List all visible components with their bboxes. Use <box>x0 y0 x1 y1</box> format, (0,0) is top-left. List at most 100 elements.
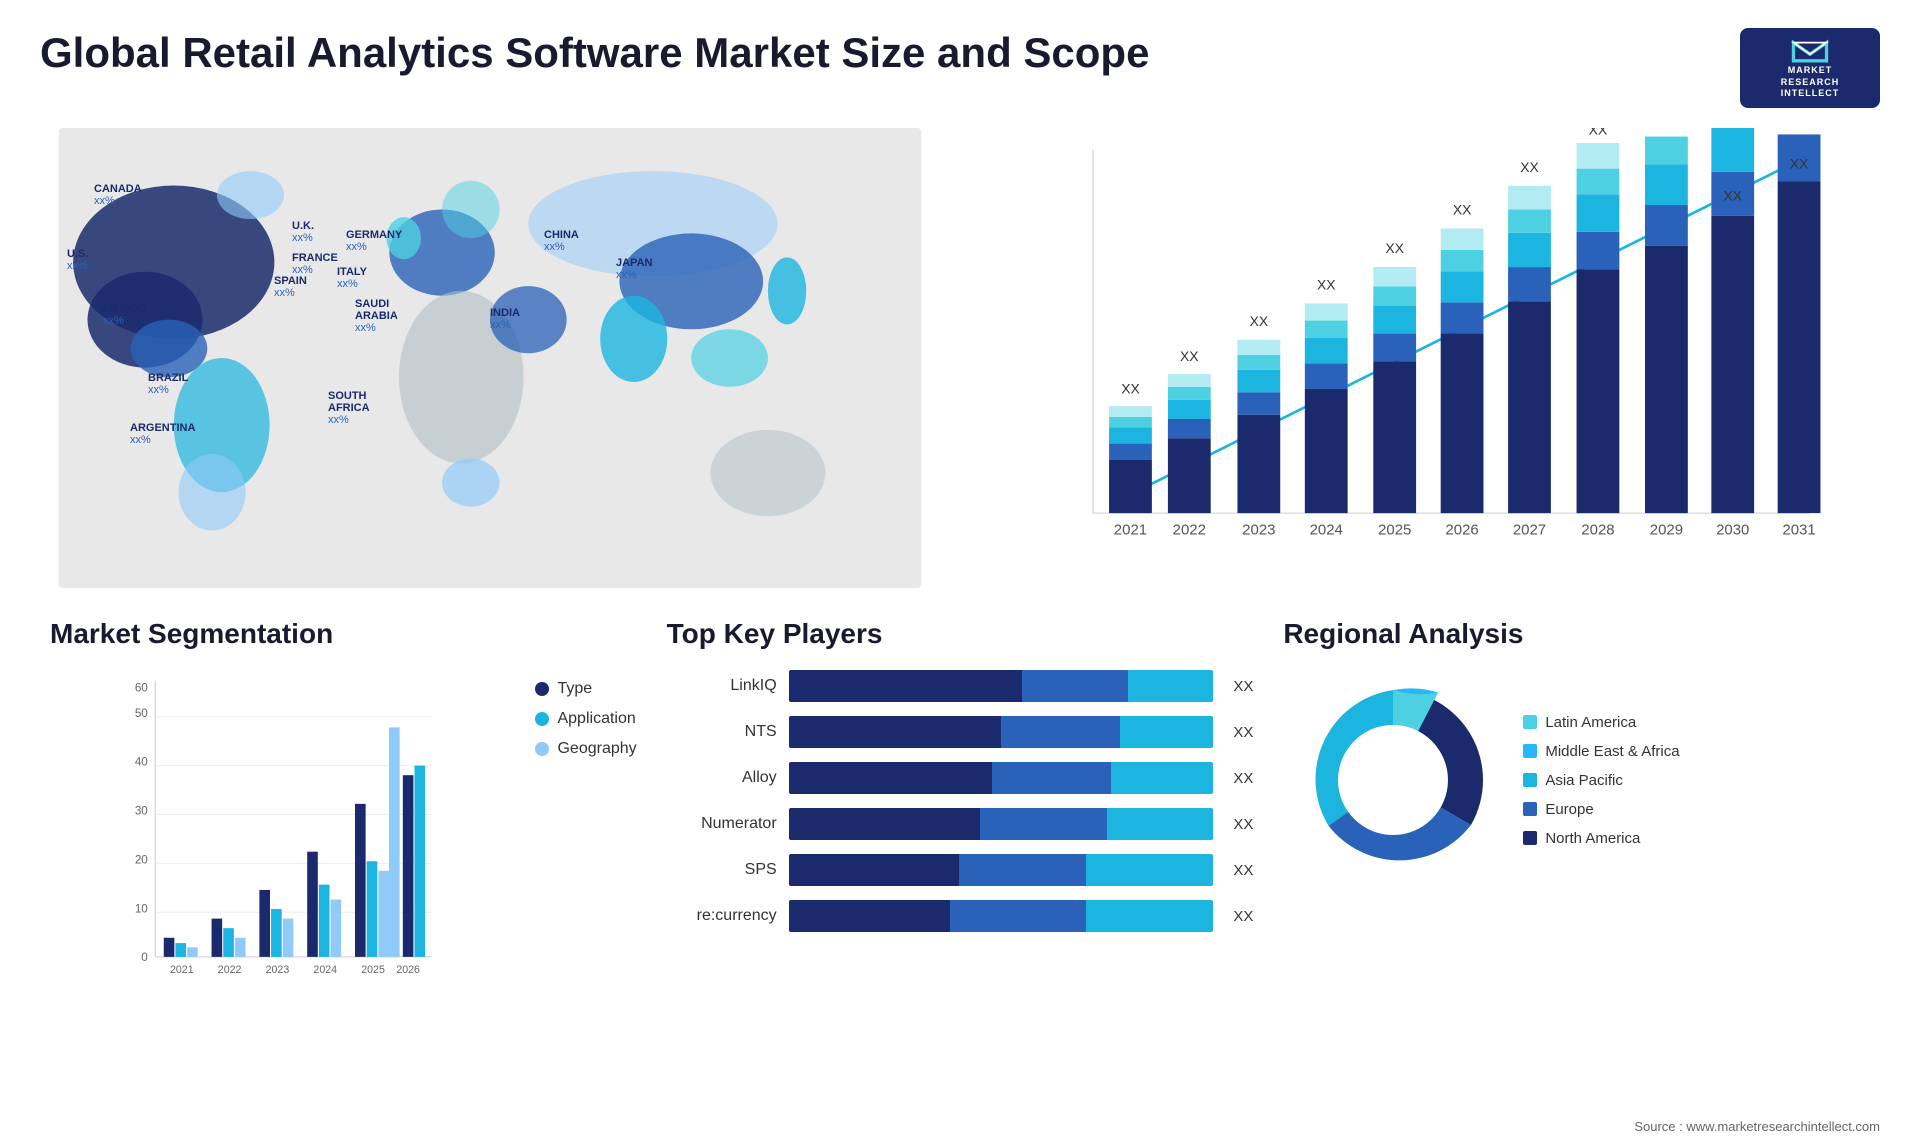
map-label-us: U.S.xx% <box>67 248 88 272</box>
player-row-sps: SPS XX <box>667 854 1254 886</box>
map-label-china: CHINAxx% <box>544 229 579 253</box>
svg-text:2028: 2028 <box>1581 522 1614 539</box>
page-title: Global Retail Analytics Software Market … <box>40 28 1149 78</box>
map-container: CANADAxx% U.S.xx% MEXICOxx% BRAZILxx% AR… <box>40 128 940 588</box>
logo-icon <box>1785 36 1835 65</box>
player-row-alloy: Alloy XX <box>667 762 1254 794</box>
svg-text:XX: XX <box>1520 159 1539 175</box>
players-title: Top Key Players <box>667 618 1254 650</box>
legend-item-na: North America <box>1523 830 1679 847</box>
world-map <box>40 128 940 588</box>
content-area: CANADAxx% U.S.xx% MEXICOxx% BRAZILxx% AR… <box>0 118 1920 1138</box>
player-row-numerator: Numerator XX <box>667 808 1254 840</box>
map-label-south-africa: SOUTHAFRICAxx% <box>328 390 370 426</box>
source-text: Source : www.marketresearchintellect.com <box>1634 1119 1880 1134</box>
player-value: XX <box>1233 862 1253 879</box>
svg-text:XX: XX <box>1250 313 1269 329</box>
svg-text:2023: 2023 <box>1242 522 1275 539</box>
legend-sq-mea <box>1523 744 1537 758</box>
svg-text:20: 20 <box>135 853 148 866</box>
map-label-japan: JAPANxx% <box>616 257 652 281</box>
player-bar <box>789 670 1214 702</box>
map-label-france: FRANCExx% <box>292 252 338 276</box>
legend-dot-geography <box>535 742 549 756</box>
legend-label-europe: Europe <box>1545 801 1593 818</box>
player-row-linkiq: LinkIQ XX <box>667 670 1254 702</box>
map-label-uk: U.K.xx% <box>292 220 314 244</box>
legend-item-application: Application <box>535 710 636 728</box>
svg-text:0: 0 <box>141 951 148 964</box>
bar-chart-container: XX XX XX XX <box>980 128 1880 588</box>
players-section: Top Key Players LinkIQ XX NTS <box>657 608 1264 1128</box>
svg-text:2024: 2024 <box>1310 522 1343 539</box>
player-row-nts: NTS XX <box>667 716 1254 748</box>
player-bar-container <box>789 670 1214 702</box>
seg-chart: 0 10 20 30 40 50 60 <box>50 670 515 1010</box>
svg-text:60: 60 <box>135 681 148 694</box>
legend-item-mea: Middle East & Africa <box>1523 743 1679 760</box>
header: Global Retail Analytics Software Market … <box>0 0 1920 118</box>
segmentation-title: Market Segmentation <box>50 618 637 650</box>
bar-seg2 <box>992 762 1111 794</box>
legend-item-apac: Asia Pacific <box>1523 772 1679 789</box>
svg-text:XX: XX <box>1121 380 1140 396</box>
legend-sq-europe <box>1523 802 1537 816</box>
player-value: XX <box>1233 908 1253 925</box>
seg-chart-svg: 0 10 20 30 40 50 60 <box>50 670 515 1010</box>
donut-container <box>1283 670 1503 890</box>
regional-chart: Latin America Middle East & Africa Asia … <box>1283 670 1870 890</box>
legend-dot-type <box>535 682 549 696</box>
player-bar <box>789 900 1214 932</box>
bar-seg2 <box>959 854 1086 886</box>
player-value: XX <box>1233 724 1253 741</box>
svg-text:2026: 2026 <box>1445 522 1478 539</box>
player-bar <box>789 716 1214 748</box>
svg-text:2026: 2026 <box>396 964 420 976</box>
player-row-recurrency: re:currency XX <box>667 900 1254 932</box>
legend-item-latin: Latin America <box>1523 714 1679 731</box>
svg-text:2031: 2031 <box>1782 522 1815 539</box>
map-label-argentina: ARGENTINAxx% <box>130 422 195 446</box>
segmentation-section: Market Segmentation 0 10 20 30 40 50 <box>40 608 647 1128</box>
bar-seg2 <box>1022 670 1128 702</box>
player-name-recurrency: re:currency <box>667 907 777 925</box>
svg-text:2022: 2022 <box>1173 522 1206 539</box>
map-label-spain: SPAINxx% <box>274 275 307 299</box>
bar-seg2 <box>950 900 1086 932</box>
legend-label-geography: Geography <box>557 740 636 758</box>
bar-seg3 <box>1086 900 1213 932</box>
map-section: CANADAxx% U.S.xx% MEXICOxx% BRAZILxx% AR… <box>20 118 960 598</box>
bar-seg2 <box>1001 716 1120 748</box>
bottom-grid: Market Segmentation 0 10 20 30 40 50 <box>20 598 1900 1138</box>
legend-label-type: Type <box>557 680 592 698</box>
player-bar <box>789 854 1214 886</box>
svg-text:XX: XX <box>1385 240 1404 256</box>
legend-sq-na <box>1523 831 1537 845</box>
player-bar <box>789 808 1214 840</box>
player-name-nts: NTS <box>667 723 777 741</box>
svg-text:2024: 2024 <box>313 964 337 976</box>
player-bar-container <box>789 854 1214 886</box>
svg-text:XX: XX <box>1317 277 1336 293</box>
svg-text:2030: 2030 <box>1716 522 1749 539</box>
legend-label-latin: Latin America <box>1545 714 1636 731</box>
bar-chart-svg: XX XX XX XX <box>980 128 1880 588</box>
svg-text:2023: 2023 <box>266 964 290 976</box>
seg-chart-area: 0 10 20 30 40 50 60 <box>50 670 637 1010</box>
player-bar-container <box>789 900 1214 932</box>
svg-text:50: 50 <box>135 707 148 720</box>
bar-seg1 <box>789 900 950 932</box>
player-name-linkiq: LinkIQ <box>667 677 777 695</box>
bar-seg1 <box>789 716 1001 748</box>
player-name-alloy: Alloy <box>667 769 777 787</box>
legend-label-apac: Asia Pacific <box>1545 772 1623 789</box>
svg-text:30: 30 <box>135 805 148 818</box>
svg-text:2025: 2025 <box>1378 522 1411 539</box>
player-name-sps: SPS <box>667 861 777 879</box>
logo-area: MARKETRESEARCHINTELLECT <box>1740 28 1880 108</box>
svg-text:2027: 2027 <box>1513 522 1546 539</box>
logo-text: MARKETRESEARCHINTELLECT <box>1781 65 1840 100</box>
bar-seg2 <box>980 808 1107 840</box>
regional-legend: Latin America Middle East & Africa Asia … <box>1523 714 1679 847</box>
map-label-india: INDIAxx% <box>490 307 520 331</box>
